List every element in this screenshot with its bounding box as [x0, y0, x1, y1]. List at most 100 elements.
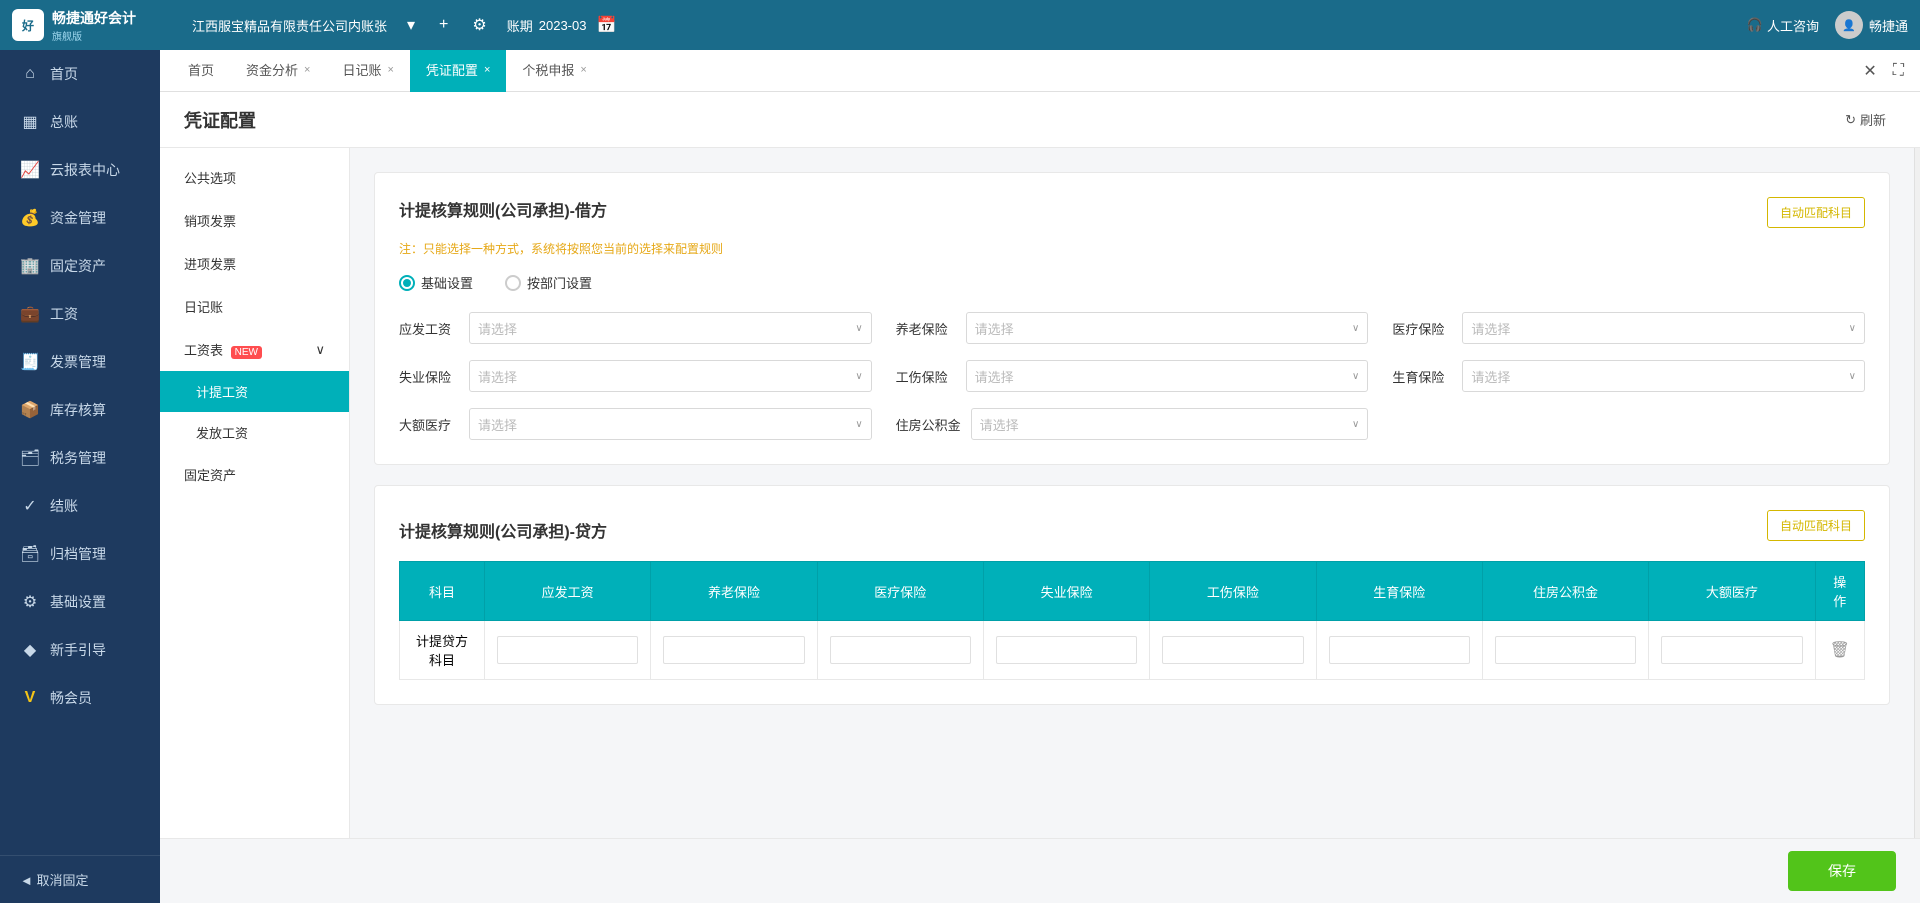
calendar-btn[interactable]: 📅	[592, 11, 620, 39]
tab-tax-close[interactable]: ×	[580, 64, 586, 76]
debit-form-grid: 应发工资 请选择 ∨ 养老保险 请选择 ∨	[399, 312, 1865, 440]
save-btn[interactable]: 保存	[1788, 851, 1896, 891]
delete-row-btn[interactable]: 🗑	[1830, 640, 1850, 660]
nav-purchase[interactable]: 进项发票	[160, 242, 349, 285]
nav-sales[interactable]: 销项发票	[160, 199, 349, 242]
sidebar-label-archive: 归档管理	[50, 544, 106, 564]
radio-dept[interactable]: 按部门设置	[505, 273, 592, 292]
tab-journal-label: 日记账	[342, 60, 381, 79]
tab-voucher-close[interactable]: ×	[484, 64, 490, 76]
input-gsbx[interactable]	[1162, 636, 1303, 664]
radio-basic[interactable]: 基础设置	[399, 273, 473, 292]
tab-journal[interactable]: 日记账 ×	[326, 50, 409, 92]
sidebar-item-archive[interactable]: 🗃 归档管理	[0, 530, 160, 578]
select-zfgjj[interactable]: 请选择 ∨	[971, 408, 1369, 440]
label-sybx: 失业保险	[399, 367, 459, 386]
input-yfgz[interactable]	[497, 636, 638, 664]
right-scrollbar[interactable]	[1914, 148, 1920, 838]
radio-dept-label: 按部门设置	[527, 273, 592, 292]
nav-fixed-assets[interactable]: 固定资产	[160, 453, 349, 496]
nav-payroll-pay[interactable]: 发放工资	[160, 412, 349, 453]
page-header: 凭证配置 ↻ 刷新	[160, 92, 1920, 148]
nav-salary-table[interactable]: 工资表 NEW ∨	[160, 328, 349, 371]
sidebar-label-home: 首页	[50, 64, 78, 84]
company-dropdown-btn[interactable]: ▾	[403, 11, 419, 39]
input-dale[interactable]	[1661, 636, 1802, 664]
top-header: 好 畅捷通好会计 旗舰版 江西服宝精品有限责任公司内账张 ▾ + ⚙ 账期 20…	[0, 0, 1920, 50]
tab-voucher[interactable]: 凭证配置 ×	[410, 50, 506, 92]
select-yfgz[interactable]: 请选择 ∨	[469, 312, 872, 344]
input-ylbx[interactable]	[663, 636, 804, 664]
main-layout: ⌂ 首页 ▦ 总账 📈 云报表中心 💰 资金管理 🏢 固定资产 💼 工资 🧾 发…	[0, 50, 1920, 903]
select-gsbx[interactable]: 请选择 ∨	[966, 360, 1369, 392]
select-sybx2-placeholder: 请选择	[1471, 367, 1510, 386]
sidebar-item-tax[interactable]: 🗂 税务管理	[0, 434, 160, 482]
content-area: 首页 资金分析 × 日记账 × 凭证配置 × 个税申报 × ✕ ⛶	[160, 50, 1920, 903]
save-area: 保存	[160, 838, 1920, 903]
credit-section-title: 计提核算规则(公司承担)-贷方	[399, 518, 607, 542]
reports-icon: 📈	[20, 160, 40, 180]
input-sybx2[interactable]	[1329, 636, 1470, 664]
sidebar-item-invoices[interactable]: 🧾 发票管理	[0, 338, 160, 386]
label-ylbx: 养老保险	[896, 319, 956, 338]
add-book-btn[interactable]: +	[435, 12, 452, 38]
tab-home[interactable]: 首页	[172, 50, 230, 92]
sidebar-item-ledger[interactable]: ▦ 总账	[0, 98, 160, 146]
debit-note: 注：只能选择一种方式，系统将按照您当前的选择来配置规则	[399, 240, 1865, 257]
tab-funds-close[interactable]: ×	[304, 64, 310, 76]
select-ylbx2-placeholder: 请选择	[1471, 319, 1510, 338]
user-info[interactable]: 👤 畅捷通	[1835, 11, 1908, 39]
select-ylbx2[interactable]: 请选择 ∨	[1462, 312, 1865, 344]
maximize-btn[interactable]: ⛶	[1889, 58, 1908, 84]
select-sybx[interactable]: 请选择 ∨	[469, 360, 872, 392]
refresh-btn[interactable]: ↻ 刷新	[1835, 104, 1896, 135]
input-zfgjj[interactable]	[1495, 636, 1636, 664]
tab-journal-close[interactable]: ×	[387, 64, 393, 76]
home-icon: ⌂	[20, 65, 40, 83]
sidebar-item-assets[interactable]: 🏢 固定资产	[0, 242, 160, 290]
nav-salary-table-inner: 工资表 NEW	[184, 340, 262, 359]
select-dale[interactable]: 请选择 ∨	[469, 408, 872, 440]
sidebar-item-home[interactable]: ⌂ 首页	[0, 50, 160, 98]
sidebar-item-guide[interactable]: ◆ 新手引导	[0, 626, 160, 674]
input-ylbx2[interactable]	[830, 636, 971, 664]
chevron-down-icon-5: ∨	[1352, 371, 1359, 382]
sidebar-item-closing[interactable]: ✓ 结账	[0, 482, 160, 530]
tab-funds-label: 资金分析	[246, 60, 298, 79]
sidebar-item-salary[interactable]: 💼 工资	[0, 290, 160, 338]
th-zfgjj: 住房公积金	[1482, 562, 1648, 621]
avatar: 👤	[1835, 11, 1863, 39]
credit-auto-match-btn[interactable]: 自动匹配科目	[1767, 510, 1865, 541]
table-row: 计提贷方科目 🗑	[400, 621, 1865, 680]
cell-sybx2	[1316, 621, 1482, 680]
nav-public[interactable]: 公共选项	[160, 156, 349, 199]
sidebar-item-settings[interactable]: ⚙ 基础设置	[0, 578, 160, 626]
sidebar-item-funds[interactable]: 💰 资金管理	[0, 194, 160, 242]
tab-tax[interactable]: 个税申报 ×	[506, 50, 602, 92]
app-sub: 旗舰版	[52, 28, 136, 43]
close-window-btn[interactable]: ✕	[1859, 57, 1880, 85]
header-center: 江西服宝精品有限责任公司内账张 ▾ + ⚙ 账期 2023-03 📅	[172, 11, 1747, 39]
form-item-sybx: 失业保险 请选择 ∨	[399, 360, 872, 392]
nav-journal[interactable]: 日记账	[160, 285, 349, 328]
tab-funds[interactable]: 资金分析 ×	[230, 50, 326, 92]
app-name: 畅捷通好会计	[52, 8, 136, 28]
nav-payroll-calc[interactable]: 计提工资	[160, 371, 349, 412]
sidebar-label-settings: 基础设置	[50, 592, 106, 612]
sidebar-item-inventory[interactable]: 📦 库存核算	[0, 386, 160, 434]
radio-basic-circle	[399, 275, 415, 291]
input-sybx[interactable]	[996, 636, 1137, 664]
label-yfgz: 应发工资	[399, 319, 459, 338]
sidebar-item-reports[interactable]: 📈 云报表中心	[0, 146, 160, 194]
cell-sybx	[983, 621, 1149, 680]
row-label: 计提贷方科目	[400, 621, 485, 680]
sidebar-label-vip: 畅会员	[50, 688, 92, 708]
select-sybx2[interactable]: 请选择 ∨	[1462, 360, 1865, 392]
settings-btn[interactable]: ⚙	[468, 11, 490, 39]
service-btn[interactable]: 🎧 人工咨询	[1747, 16, 1819, 35]
cancel-fixed-btn[interactable]: ◄ 取消固定	[0, 855, 160, 903]
debit-section: 计提核算规则(公司承担)-借方 自动匹配科目 注：只能选择一种方式，系统将按照您…	[374, 172, 1890, 465]
select-ylbx[interactable]: 请选择 ∨	[966, 312, 1369, 344]
sidebar-item-vip[interactable]: V 畅会员	[0, 674, 160, 722]
debit-auto-match-btn[interactable]: 自动匹配科目	[1767, 197, 1865, 228]
